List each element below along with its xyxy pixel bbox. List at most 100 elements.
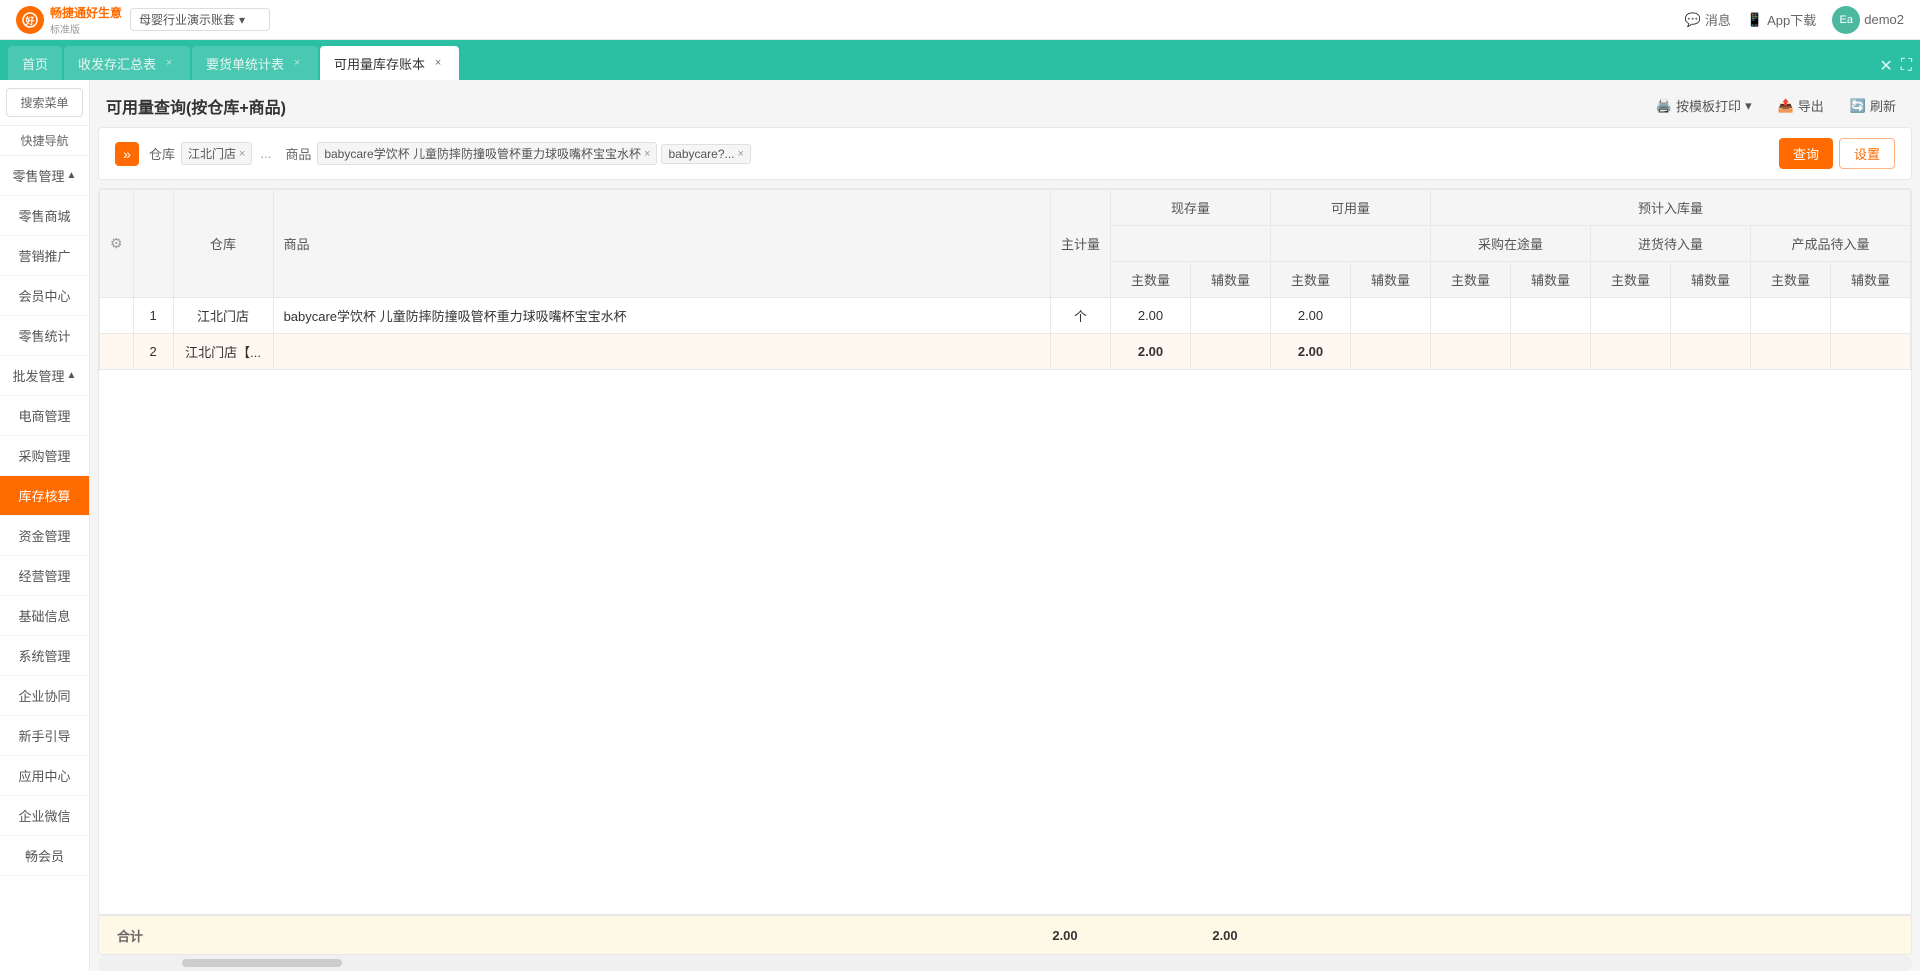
th-production-aux: 辅数量 (1831, 262, 1911, 298)
td-stock-main-2: 2.00 (1111, 334, 1191, 370)
td-purchase-main-1 (1431, 298, 1511, 334)
sidebar-item-purchase[interactable]: 采购管理 (0, 436, 89, 476)
th-stock-main: 主数量 (1111, 262, 1191, 298)
chevron-down-icon: ▾ (239, 13, 245, 27)
tab-stock-summary-close[interactable]: × (162, 56, 176, 70)
td-purchase-main-2 (1431, 334, 1511, 370)
sidebar-item-ecommerce[interactable]: 电商管理 (0, 396, 89, 436)
td-stock-aux-2 (1191, 334, 1271, 370)
tab-available-stock-close[interactable]: × (431, 56, 445, 70)
sidebar-item-system[interactable]: 系统管理 (0, 636, 89, 676)
refresh-btn[interactable]: 🔄 刷新 (1842, 92, 1904, 119)
tab-order-stats-close[interactable]: × (290, 56, 304, 70)
remove-warehouse-tag-btn[interactable]: × (239, 148, 245, 160)
sidebar-item-new-guide[interactable]: 新手引导 (0, 716, 89, 756)
sidebar-item-member[interactable]: 会员中心 (0, 276, 89, 316)
tab-available-stock[interactable]: 可用量库存账本 × (320, 46, 459, 80)
warehouse-more-btn[interactable]: ... (256, 146, 275, 161)
sidebar-item-retail-mall[interactable]: 零售商城 (0, 196, 89, 236)
th-no (133, 190, 173, 298)
logo-icon: 好 (16, 6, 44, 34)
filter-expand-btn[interactable]: » (115, 142, 139, 166)
tab-available-stock-label: 可用量库存账本 (334, 54, 425, 73)
sidebar-item-operation[interactable]: 经营管理 (0, 556, 89, 596)
export-btn[interactable]: 📤 导出 (1770, 92, 1832, 119)
td-warehouse-2: 江北门店【... (173, 334, 273, 370)
product-filter-group: 商品 babycare学饮杯 儿童防摔防撞吸管杯重力球吸嘴杯宝宝水杯 × bab… (285, 142, 1769, 165)
th-current-stock: 现存量 (1111, 190, 1271, 226)
top-bar-left: 好 畅捷通好生意 标准版 母婴行业演示账套 ▾ (16, 4, 270, 36)
tab-stock-summary-label: 收发存汇总表 (78, 54, 156, 73)
sidebar-item-base-info[interactable]: 基础信息 (0, 596, 89, 636)
th-available: 可用量 (1271, 190, 1431, 226)
page-actions: 🖨️ 按模板打印 ▾ 📤 导出 🔄 刷新 (1648, 92, 1904, 119)
sidebar-item-app-center-label: 应用中心 (18, 766, 70, 785)
table-settings-icon[interactable]: ⚙ (110, 235, 123, 251)
td-stock-main-1: 2.00 (1111, 298, 1191, 334)
product-tag-1: babycare学饮杯 儿童防摔防撞吸管杯重力球吸嘴杯宝宝水杯 × (317, 142, 657, 165)
message-btn[interactable]: 💬 消息 (1685, 10, 1731, 29)
remove-product-tag-2-btn[interactable]: × (738, 148, 744, 160)
summary-bar: 合计 2.00 2.00 (98, 915, 1912, 955)
sidebar-item-finance[interactable]: 资金管理 (0, 516, 89, 556)
sidebar-item-inventory[interactable]: 库存核算 (0, 476, 89, 516)
summary-stock-main: 2.00 (1025, 928, 1105, 943)
th-stock-aux: 辅数量 (1191, 262, 1271, 298)
td-production-main-1 (1751, 298, 1831, 334)
sidebar-item-app-center[interactable]: 应用中心 (0, 756, 89, 796)
sidebar-item-retail-stats-label: 零售统计 (18, 326, 70, 345)
user-profile[interactable]: Ea demo2 (1832, 6, 1904, 34)
sidebar-item-marketing-label: 营销推广 (18, 246, 70, 265)
horizontal-scrollbar[interactable] (98, 955, 1912, 971)
query-btn[interactable]: 查询 (1779, 138, 1833, 169)
sidebar-item-wechat-work[interactable]: 企业微信 (0, 796, 89, 836)
sidebar-item-finance-label: 资金管理 (18, 526, 70, 545)
setting-btn[interactable]: 设置 (1839, 138, 1895, 169)
sidebar-item-wholesale[interactable]: 批发管理 ▲ (0, 356, 89, 396)
main-layout: 搜索菜单 快捷导航 零售管理 ▲ 零售商城 营销推广 会员中心 零售统计 批发管… (0, 80, 1920, 971)
store-selector[interactable]: 母婴行业演示账套 ▾ (130, 8, 270, 31)
th-purchase-main: 主数量 (1431, 262, 1511, 298)
svg-text:好: 好 (24, 15, 34, 26)
tab-bar-actions: ✕ ⛶ (1879, 56, 1912, 80)
sidebar-item-retail-mgmt[interactable]: 零售管理 ▲ (0, 156, 89, 196)
th-production-pending: 产成品待入量 (1751, 226, 1911, 262)
td-production-main-2 (1751, 334, 1831, 370)
content-area: 可用量查询(按仓库+商品) 🖨️ 按模板打印 ▾ 📤 导出 🔄 刷新 (90, 80, 1920, 971)
filter-bar: » 仓库 江北门店 × ... 商品 babycare学饮杯 儿童防摔防撞吸管杯… (98, 127, 1912, 180)
print-btn[interactable]: 🖨️ 按模板打印 ▾ (1648, 92, 1760, 119)
tab-order-stats-label: 要货单统计表 (206, 54, 284, 73)
remove-product-tag-1-btn[interactable]: × (644, 148, 650, 160)
th-purchase-aux: 辅数量 (1511, 262, 1591, 298)
chevron-icon: ▲ (67, 170, 77, 181)
tab-order-stats[interactable]: 要货单统计表 × (192, 46, 318, 80)
app-download-btn[interactable]: 📱 App下载 (1747, 10, 1816, 29)
quick-nav-btn[interactable]: 快捷导航 (0, 126, 89, 156)
td-purchase-aux-2 (1511, 334, 1591, 370)
warehouse-tags: 江北门店 × ... (181, 142, 275, 165)
sidebar-item-member-plus[interactable]: 畅会员 (0, 836, 89, 876)
expand-tab-btn[interactable]: ⛶ (1901, 57, 1912, 75)
sidebar-item-retail-mall-label: 零售商城 (18, 206, 70, 225)
sidebar-item-collaboration[interactable]: 企业协同 (0, 676, 89, 716)
td-settings-1 (100, 298, 134, 334)
th-avail-aux: 辅数量 (1351, 262, 1431, 298)
warehouse-label: 仓库 (149, 144, 175, 163)
sidebar-item-marketing[interactable]: 营销推广 (0, 236, 89, 276)
search-menu-btn[interactable]: 搜索菜单 (6, 88, 83, 117)
logo-text: 畅捷通好生意 标准版 (50, 4, 122, 36)
sidebar-item-purchase-label: 采购管理 (18, 446, 70, 465)
td-settings-2 (100, 334, 134, 370)
sidebar-item-retail-stats[interactable]: 零售统计 (0, 316, 89, 356)
td-production-aux-1 (1831, 298, 1911, 334)
td-purchase-aux-1 (1511, 298, 1591, 334)
tab-home[interactable]: 首页 (8, 46, 62, 80)
th-purchase-transit: 采购在途量 (1431, 226, 1591, 262)
tab-stock-summary[interactable]: 收发存汇总表 × (64, 46, 190, 80)
close-tab-btn[interactable]: ✕ (1879, 56, 1892, 76)
th-current-sub (1111, 226, 1271, 262)
th-unit: 主计量 (1050, 190, 1110, 298)
sidebar-item-collaboration-label: 企业协同 (18, 686, 70, 705)
scroll-thumb[interactable] (182, 959, 342, 967)
th-warehouse: 仓库 (173, 190, 273, 298)
